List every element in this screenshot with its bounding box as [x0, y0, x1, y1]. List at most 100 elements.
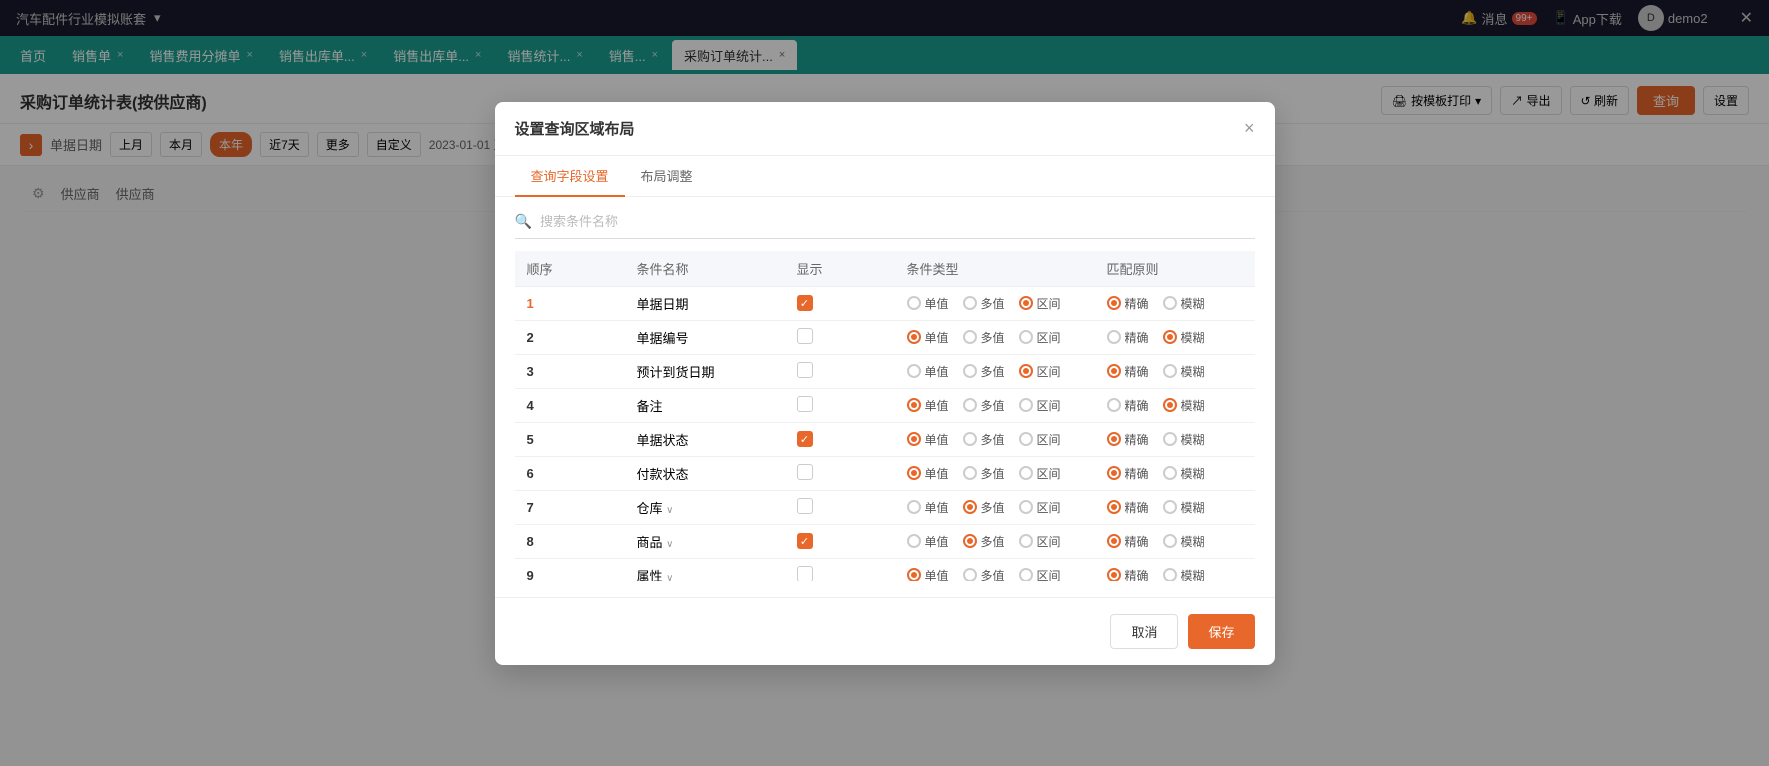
row-dropdown-icon[interactable]: ∨ — [666, 539, 673, 550]
type-option-2[interactable]: 区间 — [1019, 329, 1061, 346]
display-checkbox[interactable] — [797, 396, 813, 412]
match-option-0[interactable]: 精确 — [1107, 431, 1149, 448]
type-option-1[interactable]: 多值 — [963, 533, 1005, 550]
row-display-cell — [785, 388, 895, 422]
row-name: 单据状态 — [625, 422, 785, 456]
type-option-2[interactable]: 区间 — [1019, 499, 1061, 516]
display-checkbox[interactable] — [797, 533, 813, 549]
type-option-0[interactable]: 单值 — [907, 465, 949, 482]
display-checkbox[interactable] — [797, 295, 813, 311]
row-dropdown-icon[interactable]: ∨ — [666, 573, 673, 581]
type-option-2[interactable]: 区间 — [1019, 397, 1061, 414]
row-match-cell: 精确模糊 — [1095, 388, 1255, 422]
radio-circle — [963, 568, 977, 581]
type-option-1[interactable]: 多值 — [963, 499, 1005, 516]
radio-circle — [1019, 466, 1033, 480]
type-option-1[interactable]: 多值 — [963, 295, 1005, 312]
search-icon: 🔍 — [515, 213, 532, 230]
row-display-cell — [785, 354, 895, 388]
fields-scroll-area[interactable]: 顺序 条件名称 显示 条件类型 匹配原则 1单据日期单值多值区间精确模糊2单据编… — [515, 251, 1255, 581]
radio-circle — [1107, 568, 1121, 581]
type-option-0[interactable]: 单值 — [907, 397, 949, 414]
radio-circle — [1019, 364, 1033, 378]
th-match: 匹配原则 — [1095, 251, 1255, 287]
search-input[interactable] — [540, 214, 740, 229]
row-match-cell: 精确模糊 — [1095, 354, 1255, 388]
type-option-1[interactable]: 多值 — [963, 363, 1005, 380]
tab-query-fields[interactable]: 查询字段设置 — [515, 156, 625, 197]
match-option-0[interactable]: 精确 — [1107, 329, 1149, 346]
row-name: 付款状态 — [625, 456, 785, 490]
row-match-cell: 精确模糊 — [1095, 524, 1255, 558]
type-option-2[interactable]: 区间 — [1019, 533, 1061, 550]
type-option-2[interactable]: 区间 — [1019, 567, 1061, 581]
row-display-cell — [785, 456, 895, 490]
match-option-1[interactable]: 模糊 — [1163, 329, 1205, 346]
type-option-1[interactable]: 多值 — [963, 465, 1005, 482]
match-option-0[interactable]: 精确 — [1107, 533, 1149, 550]
row-seq: 9 — [515, 558, 625, 581]
row-seq: 8 — [515, 524, 625, 558]
type-option-0[interactable]: 单值 — [907, 295, 949, 312]
radio-circle — [1107, 296, 1121, 310]
match-option-0[interactable]: 精确 — [1107, 465, 1149, 482]
type-option-0[interactable]: 单值 — [907, 363, 949, 380]
display-checkbox[interactable] — [797, 498, 813, 514]
match-option-1[interactable]: 模糊 — [1163, 499, 1205, 516]
radio-circle — [1019, 330, 1033, 344]
match-option-1[interactable]: 模糊 — [1163, 397, 1205, 414]
type-option-1[interactable]: 多值 — [963, 397, 1005, 414]
match-option-0[interactable]: 精确 — [1107, 295, 1149, 312]
dialog-header: 设置查询区域布局 × — [495, 102, 1275, 156]
row-type-cell: 单值多值区间 — [895, 524, 1095, 558]
type-option-1[interactable]: 多值 — [963, 329, 1005, 346]
type-option-0[interactable]: 单值 — [907, 431, 949, 448]
row-type-cell: 单值多值区间 — [895, 388, 1095, 422]
radio-circle — [1163, 296, 1177, 310]
display-checkbox[interactable] — [797, 328, 813, 344]
row-match-cell: 精确模糊 — [1095, 320, 1255, 354]
row-match-cell: 精确模糊 — [1095, 286, 1255, 320]
match-option-0[interactable]: 精确 — [1107, 397, 1149, 414]
fields-table: 顺序 条件名称 显示 条件类型 匹配原则 1单据日期单值多值区间精确模糊2单据编… — [515, 251, 1255, 581]
row-dropdown-icon[interactable]: ∨ — [666, 505, 673, 516]
type-option-0[interactable]: 单值 — [907, 499, 949, 516]
match-option-1[interactable]: 模糊 — [1163, 431, 1205, 448]
type-option-0[interactable]: 单值 — [907, 533, 949, 550]
match-option-1[interactable]: 模糊 — [1163, 465, 1205, 482]
dialog-body: 🔍 顺序 条件名称 显示 条件类型 匹配原则 — [495, 197, 1275, 597]
table-row: 8商品 ∨单值多值区间精确模糊 — [515, 524, 1255, 558]
display-checkbox[interactable] — [797, 566, 813, 581]
type-option-1[interactable]: 多值 — [963, 567, 1005, 581]
radio-circle — [1107, 364, 1121, 378]
dialog-close-button[interactable]: × — [1244, 118, 1255, 139]
display-checkbox[interactable] — [797, 464, 813, 480]
radio-circle — [1019, 568, 1033, 581]
row-type-cell: 单值多值区间 — [895, 354, 1095, 388]
match-option-0[interactable]: 精确 — [1107, 363, 1149, 380]
type-option-0[interactable]: 单值 — [907, 567, 949, 581]
type-option-1[interactable]: 多值 — [963, 431, 1005, 448]
radio-circle — [1163, 432, 1177, 446]
tab-layout-adjust[interactable]: 布局调整 — [625, 156, 709, 197]
type-option-2[interactable]: 区间 — [1019, 363, 1061, 380]
match-option-1[interactable]: 模糊 — [1163, 363, 1205, 380]
radio-circle — [963, 534, 977, 548]
match-option-0[interactable]: 精确 — [1107, 567, 1149, 581]
match-option-1[interactable]: 模糊 — [1163, 295, 1205, 312]
match-option-1[interactable]: 模糊 — [1163, 567, 1205, 581]
save-button[interactable]: 保存 — [1188, 614, 1254, 649]
display-checkbox[interactable] — [797, 431, 813, 447]
match-option-0[interactable]: 精确 — [1107, 499, 1149, 516]
match-option-1[interactable]: 模糊 — [1163, 533, 1205, 550]
row-seq: 2 — [515, 320, 625, 354]
cancel-button[interactable]: 取消 — [1110, 614, 1178, 649]
type-option-2[interactable]: 区间 — [1019, 431, 1061, 448]
type-option-2[interactable]: 区间 — [1019, 295, 1061, 312]
type-option-2[interactable]: 区间 — [1019, 465, 1061, 482]
radio-circle — [1019, 432, 1033, 446]
type-option-0[interactable]: 单值 — [907, 329, 949, 346]
table-row: 4备注单值多值区间精确模糊 — [515, 388, 1255, 422]
display-checkbox[interactable] — [797, 362, 813, 378]
radio-circle — [1019, 296, 1033, 310]
